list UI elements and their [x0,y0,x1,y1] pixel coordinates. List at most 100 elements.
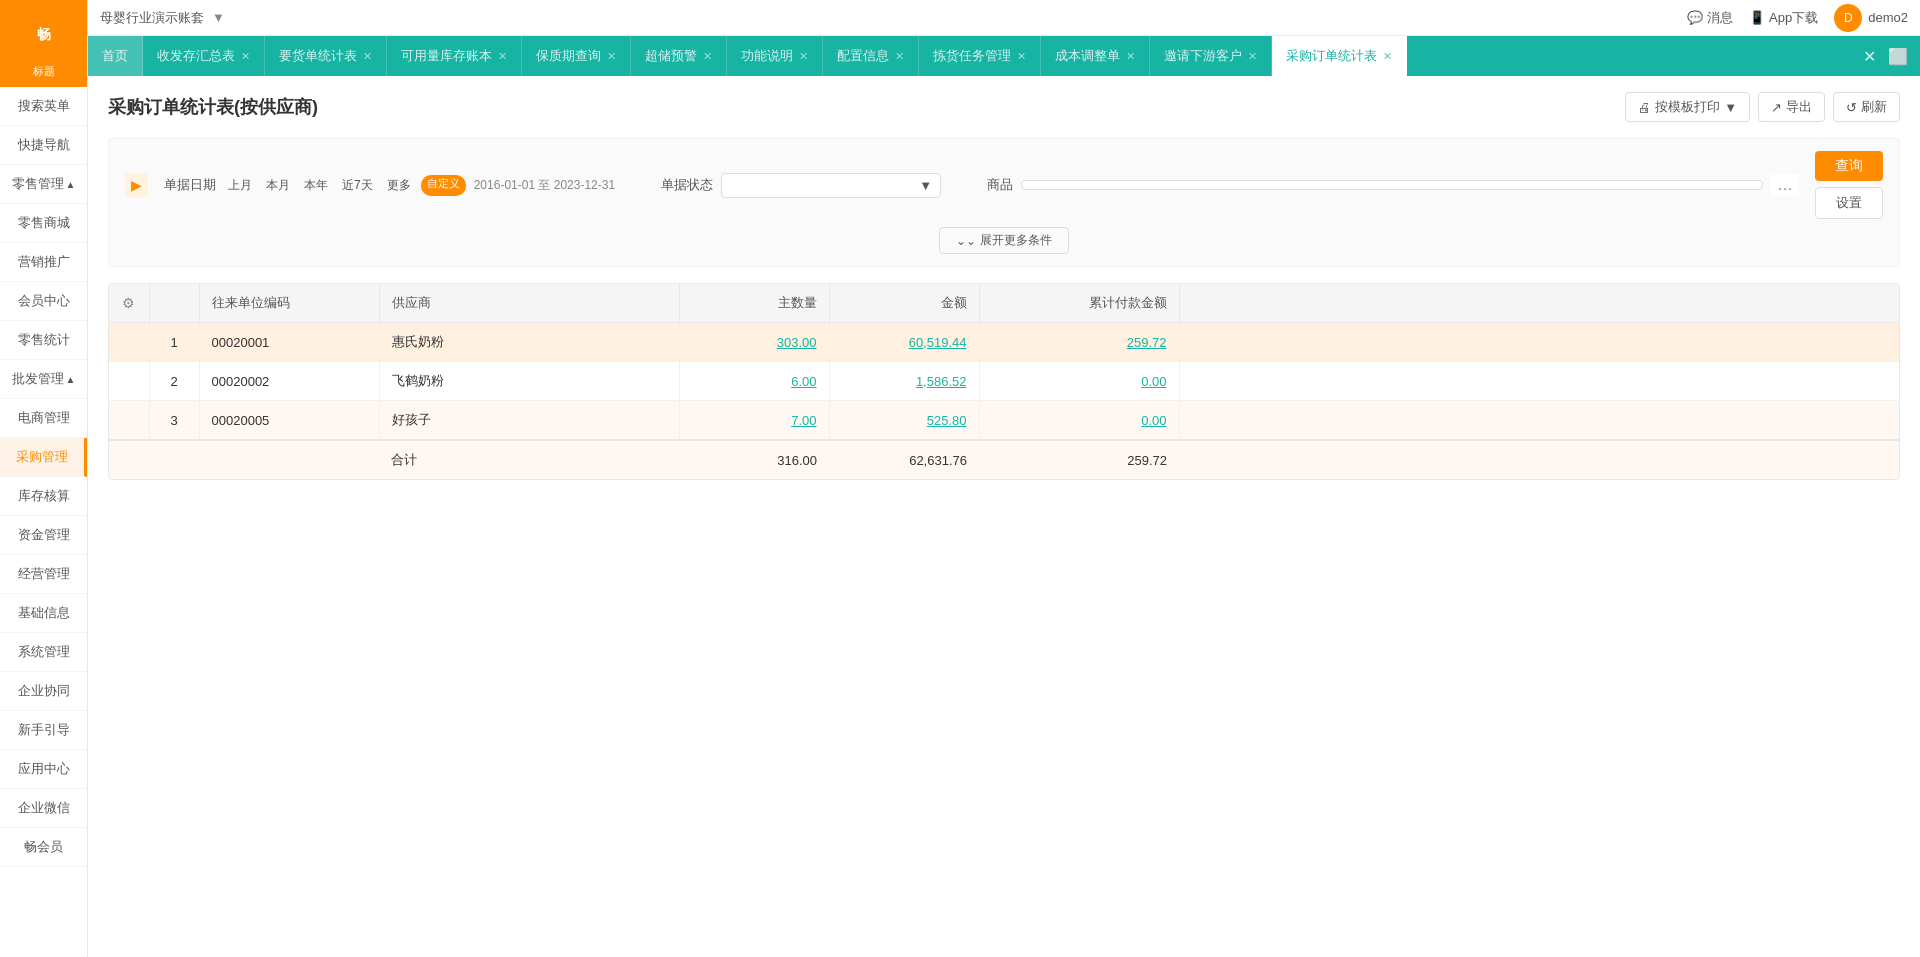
sidebar-item-vip[interactable]: 畅会员 [0,828,87,867]
close-all-tabs-button[interactable]: ✕ [1859,43,1880,70]
tab-label-home: 首页 [102,47,128,65]
sidebar-item-system[interactable]: 系统管理 [0,633,87,672]
sidebar-item-retail[interactable]: 零售管理▲ [0,165,87,204]
date-range-display: 2016-01-01 至 2023-12-31 [474,177,615,194]
refresh-button[interactable]: ↺ 刷新 [1833,92,1900,122]
sidebar-item-label-vip: 畅会员 [24,838,63,856]
row-amount-link[interactable]: 525.80 [927,413,967,428]
message-button[interactable]: 💬 消息 [1687,9,1733,27]
expand-more-button[interactable]: ⌄⌄ 展开更多条件 [939,227,1069,254]
sidebar-item-ecommerce[interactable]: 电商管理 [0,399,87,438]
goods-filter-group: 商品 … [987,174,1799,196]
tab-close-receive-summary[interactable]: ✕ [241,50,250,63]
table-row[interactable]: 3 00020005 好孩子 7.00 525.80 0.00 [109,401,1899,441]
table-settings-icon[interactable]: ⚙ [122,295,135,311]
message-label: 消息 [1707,9,1733,27]
table-row[interactable]: 1 00020001 惠氏奶粉 303.00 60,519.44 259.72 [109,323,1899,362]
row-paid-link[interactable]: 0.00 [1141,374,1166,389]
row-paid-link[interactable]: 0.00 [1141,413,1166,428]
maximize-button[interactable]: ⬜ [1884,43,1912,70]
tab-close-overstock-warning[interactable]: ✕ [703,50,712,63]
template-print-button[interactable]: 🖨 按模板打印 ▼ [1625,92,1750,122]
tab-close-function-desc[interactable]: ✕ [799,50,808,63]
expand-more-label: 展开更多条件 [980,232,1052,249]
sidebar-item-basic[interactable]: 基础信息 [0,594,87,633]
tab-cost-adjust[interactable]: 成本调整单✕ [1041,36,1150,76]
tab-close-config-info[interactable]: ✕ [895,50,904,63]
date-shortcut-7days[interactable]: 近7天 [338,175,377,196]
col-amount-header: 金额 [829,284,979,323]
tabbar-actions: ✕ ⬜ [1859,43,1920,70]
tab-label-purchase-order-summary: 采购订单统计表 [1286,47,1377,65]
tab-close-cost-adjust[interactable]: ✕ [1126,50,1135,63]
sidebar-item-wholesale[interactable]: 批发管理▲ [0,360,87,399]
sidebar-item-purchase[interactable]: 采购管理 [0,438,87,477]
row-paid-link[interactable]: 259.72 [1127,335,1167,350]
tab-close-invite-downstream[interactable]: ✕ [1248,50,1257,63]
date-custom-badge[interactable]: 自定义 [421,175,466,196]
tab-receive-summary[interactable]: 收发存汇总表✕ [143,36,265,76]
row-qty-link[interactable]: 7.00 [791,413,816,428]
tab-close-purchase-order-summary[interactable]: ✕ [1383,50,1392,63]
table-row[interactable]: 2 00020002 飞鹤奶粉 6.00 1,586.52 0.00 [109,362,1899,401]
tab-purchase-order-summary[interactable]: 采购订单统计表 ✕ [1272,36,1407,76]
row-amount-link[interactable]: 60,519.44 [909,335,967,350]
query-button[interactable]: 查询 [1815,151,1883,181]
goods-input[interactable] [1021,180,1763,190]
app-logo[interactable]: 畅 标题 [0,0,87,87]
footer-extra-cell [1179,440,1899,479]
sidebar-item-retail-mall[interactable]: 零售商城 [0,204,87,243]
app-download-button[interactable]: 📱 App下载 [1749,9,1818,27]
tab-config-info[interactable]: 配置信息✕ [823,36,919,76]
workspace-dropdown-icon[interactable]: ▼ [212,10,225,25]
sidebar-item-inventory[interactable]: 库存核算 [0,477,87,516]
status-select[interactable]: ▼ [721,173,941,198]
sidebar-item-search[interactable]: 搜索英单 [0,87,87,126]
sidebar-item-marketing[interactable]: 营销推广 [0,243,87,282]
tab-close-pick-task[interactable]: ✕ [1017,50,1026,63]
date-shortcut-this-year[interactable]: 本年 [300,175,332,196]
tab-expiry-query[interactable]: 保质期查询✕ [522,36,631,76]
row-qty-link[interactable]: 303.00 [777,335,817,350]
tab-pick-task[interactable]: 拣货任务管理✕ [919,36,1041,76]
sidebar-item-newguide[interactable]: 新手引导 [0,711,87,750]
footer-index-cell [149,440,199,479]
logo-icon: 畅 [18,8,70,60]
tab-available-inventory[interactable]: 可用量库存账本 ✕ [387,36,522,76]
goods-more-button[interactable]: … [1771,174,1799,196]
tab-goods-summary[interactable]: 要货单统计表✕ [265,36,387,76]
tab-overstock-warning[interactable]: 超储预警✕ [631,36,727,76]
row-amount-link[interactable]: 1,586.52 [916,374,967,389]
date-shortcut-last-month[interactable]: 上月 [224,175,256,196]
row-qty-link[interactable]: 6.00 [791,374,816,389]
sidebar-item-appcenter[interactable]: 应用中心 [0,750,87,789]
date-shortcut-more[interactable]: 更多 [383,175,415,196]
tab-label-available-inventory: 可用量库存账本 [401,47,492,65]
sidebar-item-enterprise[interactable]: 企业协同 [0,672,87,711]
tabs-container: 首页收发存汇总表✕要货单统计表✕可用量库存账本✕保质期查询✕超储预警✕功能说明✕… [88,36,1407,76]
filter-area: ▶ 单据日期 上月 本月 本年 近7天 更多 自定义 2016-01-01 至 … [108,138,1900,267]
tab-invite-downstream[interactable]: 邀请下游客户✕ [1150,36,1272,76]
tab-close-expiry-query[interactable]: ✕ [607,50,616,63]
filter-settings-button[interactable]: 设置 [1815,187,1883,219]
tab-function-desc[interactable]: 功能说明✕ [727,36,823,76]
logo-text: 标题 [6,64,81,79]
sidebar-item-label-operations: 经营管理 [18,565,70,583]
filter-collapse-button[interactable]: ▶ [125,173,148,197]
user-menu[interactable]: D demo2 [1834,4,1908,32]
sidebar-item-operations[interactable]: 经营管理 [0,555,87,594]
footer-amount: 62,631.76 [829,440,979,479]
tab-close-goods-summary[interactable]: ✕ [363,50,372,63]
sidebar-item-quick-nav[interactable]: 快捷导航 [0,126,87,165]
row-paid: 0.00 [979,362,1179,401]
sidebar-item-finance[interactable]: 资金管理 [0,516,87,555]
export-button[interactable]: ↗ 导出 [1758,92,1825,122]
tab-home[interactable]: 首页 [88,36,143,76]
topbar: 母婴行业演示账套 ▼ 💬 消息 📱 App下载 D demo2 [88,0,1920,36]
tab-close-available-inventory[interactable]: ✕ [498,50,507,63]
print-icon: 🖨 [1638,100,1651,115]
sidebar-item-wechat[interactable]: 企业微信 [0,789,87,828]
sidebar-item-members[interactable]: 会员中心 [0,282,87,321]
date-shortcut-this-month[interactable]: 本月 [262,175,294,196]
sidebar-item-retail-stats[interactable]: 零售统计 [0,321,87,360]
